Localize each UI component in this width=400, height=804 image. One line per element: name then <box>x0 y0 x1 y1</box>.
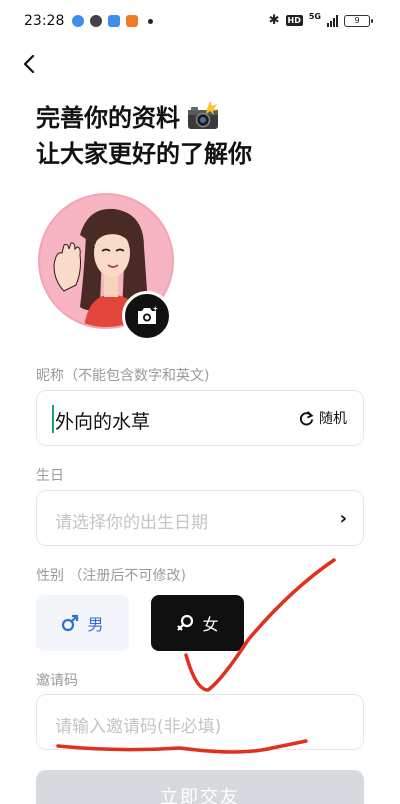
hd-icon: HD <box>285 15 303 26</box>
gender-label: 性别 （注册后不可修改) <box>36 568 186 584</box>
battery-icon: 9 <box>344 14 373 27</box>
title-line-2: 让大家更好的了解你 <box>36 140 252 168</box>
camera-button[interactable] <box>122 291 172 341</box>
birthday-label: 生日 <box>36 468 64 484</box>
birthday-placeholder: 请选择你的出生日期 <box>55 513 208 533</box>
gender-female-button[interactable]: 女 <box>151 595 244 651</box>
app1-icon <box>72 15 84 27</box>
notification-icons <box>72 15 153 27</box>
gender-male-button[interactable]: 男 <box>36 595 129 651</box>
random-label: 随机 <box>319 411 347 427</box>
more-notifications-dot <box>148 18 153 24</box>
camera-flash-emoji-icon <box>188 101 219 129</box>
female-symbol-icon <box>177 614 194 631</box>
signal-label: 5G <box>308 12 321 21</box>
invite-code-field[interactable]: 请输入邀请码(非必填) <box>36 694 364 750</box>
page-title: 完善你的资料 让大家更好的了解你 <box>36 100 252 172</box>
status-bar: 23:28 ✱ HD 5G 9 <box>0 0 400 44</box>
submit-button[interactable]: 立即交友 <box>36 770 364 804</box>
nickname-label: 昵称（不能包含数字和英文) <box>36 368 210 384</box>
camera-icon <box>138 306 158 324</box>
system-icons: ✱ HD 5G 9 <box>268 12 373 28</box>
title-line-1: 完善你的资料 <box>36 100 252 136</box>
nickname-value[interactable]: 外向的水草 <box>55 407 150 434</box>
bluetooth-icon: ✱ <box>268 13 280 28</box>
wechat-icon <box>90 15 102 27</box>
male-label: 男 <box>87 615 104 634</box>
app3-icon <box>108 15 120 27</box>
avatar-upload[interactable] <box>38 193 174 341</box>
female-label: 女 <box>202 615 219 634</box>
back-button[interactable] <box>18 52 42 76</box>
nickname-field[interactable]: 外向的水草 随机 <box>36 390 364 446</box>
male-symbol-icon <box>62 614 79 632</box>
random-nickname-button[interactable]: 随机 <box>298 408 347 428</box>
status-time: 23:28 <box>24 13 65 29</box>
app4-icon <box>126 15 138 27</box>
chevron-right-icon: › <box>339 508 347 529</box>
chevron-left-icon <box>23 54 35 74</box>
signal-icon <box>327 14 338 27</box>
birthday-field[interactable]: 请选择你的出生日期 › <box>36 490 364 546</box>
invite-label: 邀请码 <box>36 673 78 689</box>
refresh-icon <box>299 410 314 425</box>
invite-placeholder: 请输入邀请码(非必填) <box>55 717 222 737</box>
text-caret <box>52 405 54 433</box>
